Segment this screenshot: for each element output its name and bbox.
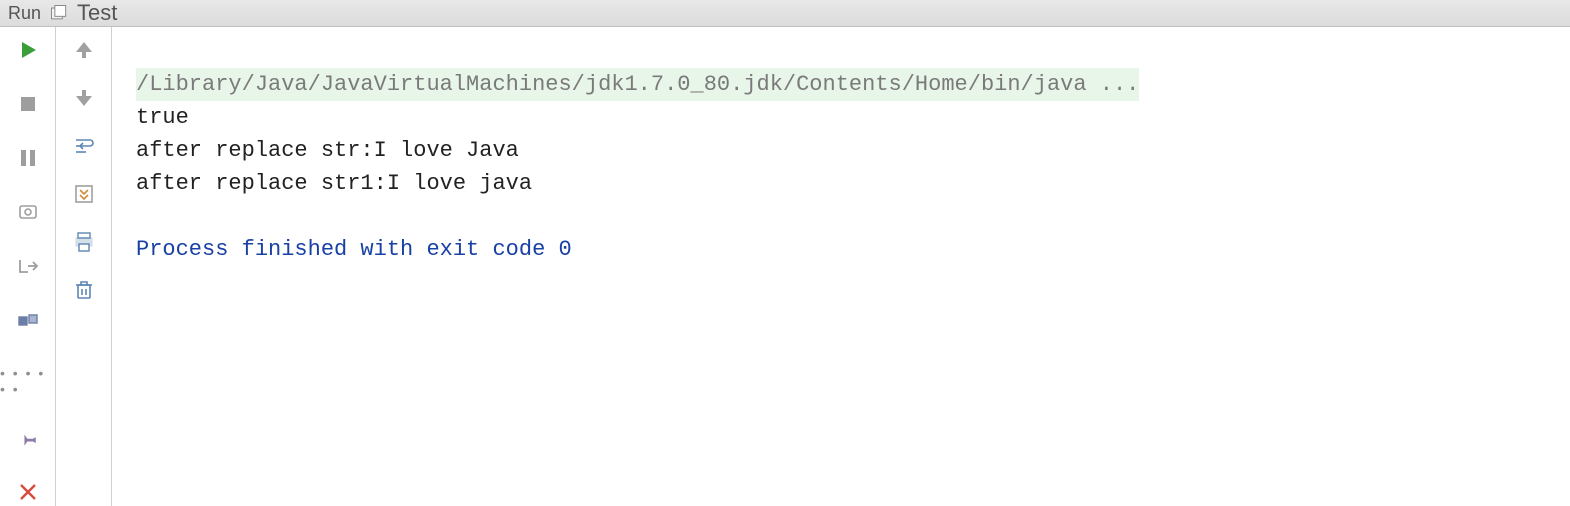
pin-icon[interactable]: [15, 425, 41, 451]
output-line-3: after replace str1:I love java: [136, 171, 532, 196]
window-icon: [49, 3, 69, 23]
dump-threads-icon[interactable]: [15, 199, 41, 225]
close-icon[interactable]: [15, 479, 41, 505]
print-icon[interactable]: [71, 229, 97, 255]
more-dots: • • • • • •: [0, 361, 55, 397]
run-label: Run: [8, 3, 41, 24]
scroll-up-icon[interactable]: [71, 37, 97, 63]
console-tools-gutter: [56, 27, 112, 506]
output-line-1: true: [136, 105, 189, 130]
command-line[interactable]: /Library/Java/JavaVirtualMachines/jdk1.7…: [136, 68, 1139, 101]
console-output[interactable]: /Library/Java/JavaVirtualMachines/jdk1.7…: [112, 27, 1570, 506]
rerun-icon[interactable]: [15, 37, 41, 63]
scroll-to-end-icon[interactable]: [71, 181, 97, 207]
run-controls-gutter: • • • • • • »: [0, 27, 56, 506]
exit-message: Process finished with exit code 0: [136, 237, 572, 262]
output-line-2: after replace str:I love Java: [136, 138, 519, 163]
soft-wrap-icon[interactable]: [71, 133, 97, 159]
scroll-down-icon[interactable]: [71, 85, 97, 111]
run-header: Run Test: [0, 0, 1570, 27]
pause-icon[interactable]: [15, 145, 41, 171]
exit-icon[interactable]: [15, 253, 41, 279]
clear-all-icon[interactable]: [71, 277, 97, 303]
output-blank: [136, 204, 149, 229]
run-body: • • • • • • »: [0, 27, 1570, 506]
layout-icon[interactable]: [15, 307, 41, 333]
run-tool-window: Run Test: [0, 0, 1570, 506]
run-config-name: Test: [77, 0, 117, 26]
stop-icon[interactable]: [15, 91, 41, 117]
